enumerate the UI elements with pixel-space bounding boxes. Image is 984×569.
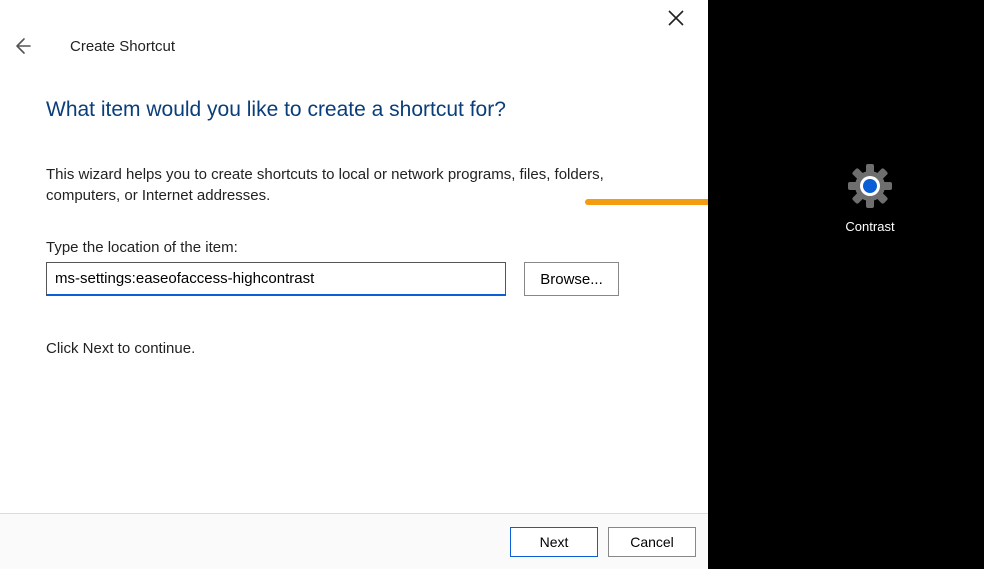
create-shortcut-wizard: Create Shortcut What item would you like… bbox=[0, 0, 708, 569]
wizard-header: Create Shortcut bbox=[12, 36, 175, 56]
wizard-heading: What item would you like to create a sho… bbox=[46, 98, 506, 122]
back-arrow-icon[interactable] bbox=[12, 36, 32, 56]
wizard-description: This wizard helps you to create shortcut… bbox=[46, 164, 606, 206]
continue-instruction: Click Next to continue. bbox=[46, 340, 195, 357]
browse-button[interactable]: Browse... bbox=[524, 262, 619, 296]
next-button[interactable]: Next bbox=[510, 527, 598, 557]
wizard-title: Create Shortcut bbox=[70, 38, 175, 55]
shortcut-label: Contrast bbox=[845, 219, 894, 234]
location-input[interactable] bbox=[46, 262, 506, 296]
wizard-footer: Next Cancel bbox=[0, 513, 708, 569]
location-label: Type the location of the item: bbox=[46, 239, 238, 256]
cancel-button[interactable]: Cancel bbox=[608, 527, 696, 557]
location-row: Browse... bbox=[46, 262, 619, 296]
gear-icon bbox=[848, 164, 892, 213]
contrast-shortcut[interactable]: Contrast bbox=[842, 164, 898, 234]
desktop-area: Contrast bbox=[708, 0, 984, 569]
close-icon[interactable] bbox=[666, 8, 686, 28]
